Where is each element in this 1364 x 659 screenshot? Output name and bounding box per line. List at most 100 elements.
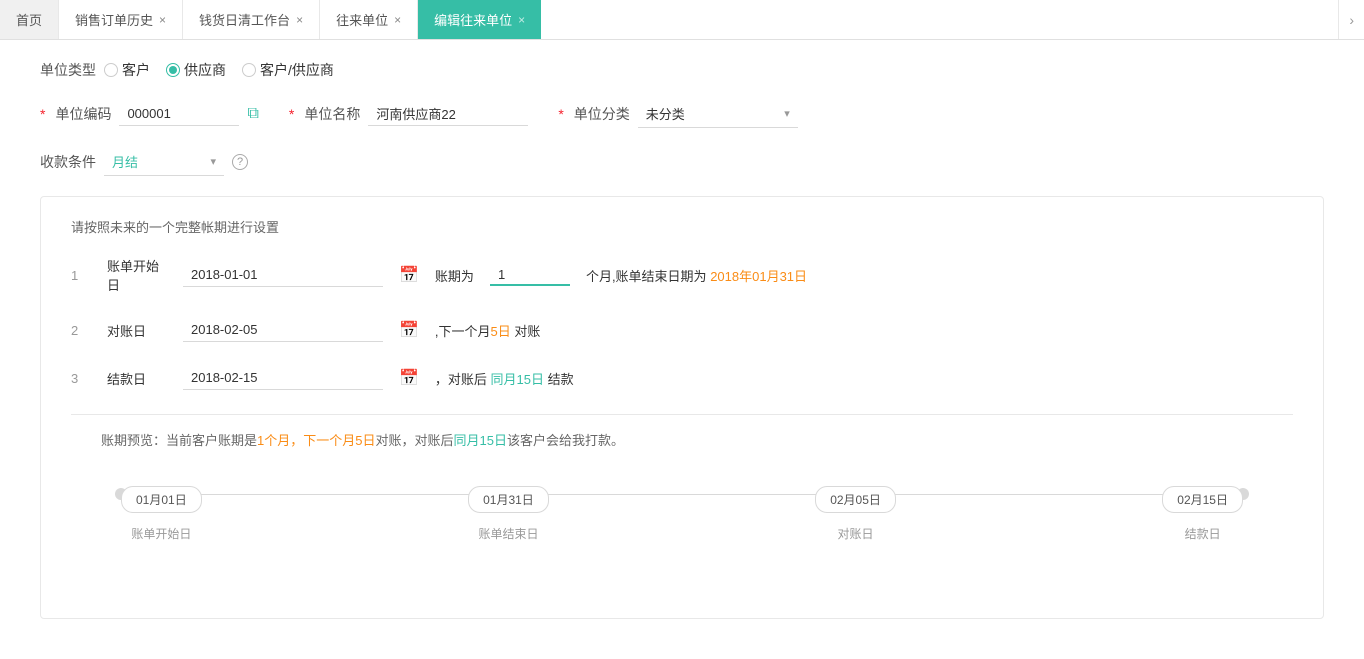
unit-category-label: 单位分类 [574, 104, 630, 124]
unit-type-group: 单位类型 客户 供应商 客户/供应商 [40, 60, 334, 80]
unit-category-group: * 单位分类 未分类 ▾ [558, 100, 797, 128]
payment-row: 收款条件 月结 ▾ ? [40, 148, 1324, 176]
period-calendar-1[interactable]: 📅 [399, 265, 419, 285]
main-content: 单位类型 客户 供应商 客户/供应商 * 单位编码 [0, 40, 1364, 659]
unit-name-input[interactable] [368, 102, 528, 126]
timeline-date-2: 01月31日 [468, 486, 549, 513]
tab-partner[interactable]: 往来单位 × [320, 0, 418, 39]
period-suffix-post-2: 对账 [514, 324, 540, 339]
tab-sales-history[interactable]: 销售订单历史 × [59, 0, 183, 39]
timeline-node-2: 01月31日 账单结束日 [468, 486, 549, 542]
unit-code-input[interactable] [119, 102, 239, 126]
radio-group: 客户 供应商 客户/供应商 [104, 60, 334, 80]
preview-part5: 该客户会给我打款。 [507, 433, 624, 448]
period-num-3: 3 [71, 371, 91, 386]
tab-partner-close[interactable]: × [394, 13, 401, 27]
period-box: 请按照未来的一个完整帐期进行设置 1 账单开始日 📅 账期为 个月,账单结束日期… [40, 196, 1324, 619]
tab-bar: 首页 销售订单历史 × 钱货日清工作台 × 往来单位 × 编辑往来单位 × › [0, 0, 1364, 40]
unit-name-label: 单位名称 [304, 104, 360, 124]
period-date-1[interactable] [183, 263, 383, 287]
period-suffix-post-1: 个月,账单结束日期为 [586, 269, 707, 284]
tab-cash-label: 钱货日清工作台 [199, 10, 290, 29]
timeline-label-3: 对账日 [838, 525, 874, 542]
timeline-label-2: 账单结束日 [478, 525, 538, 542]
period-date-3[interactable] [183, 366, 383, 390]
timeline-nodes: 01月01日 账单开始日 01月31日 账单结束日 02月05日 对账日 [121, 486, 1243, 542]
period-label-2: 对账日 [107, 321, 167, 340]
preview-part1: 1个月， [257, 433, 303, 448]
period-suffix-post-3: 结款 [548, 372, 574, 387]
period-suffix-pre-1: 账期为 [435, 269, 474, 284]
period-row-3: 3 结款日 📅 ，对账后 同月15日 结款 [71, 366, 1293, 390]
period-info-1: 账期为 [435, 266, 474, 285]
radio-customer-circle [104, 63, 118, 77]
tab-edit-partner-close[interactable]: × [518, 13, 525, 27]
tab-edit-partner[interactable]: 编辑往来单位 × [418, 0, 541, 39]
period-info-3: ，对账后 同月15日 结款 [435, 369, 574, 388]
period-row-1: 1 账单开始日 📅 账期为 个月,账单结束日期为 2018年01月31日 [71, 256, 1293, 294]
period-label-1: 账单开始日 [107, 256, 167, 294]
right-arrow-icon: › [1349, 12, 1354, 28]
unit-category-arrow: ▾ [784, 107, 790, 120]
preview-part4: 同月15日 [454, 433, 507, 448]
period-calendar-3[interactable]: 📅 [399, 368, 419, 388]
timeline-date-3: 02月05日 [815, 486, 896, 513]
timeline-node-4: 02月15日 结款日 [1162, 486, 1243, 542]
payment-help-icon[interactable]: ? [232, 154, 248, 170]
preview-part3: 对账，对账后 [375, 433, 453, 448]
radio-both-label: 客户/供应商 [260, 60, 334, 80]
timeline: 01月01日 账单开始日 01月31日 账单结束日 02月05日 对账日 [101, 476, 1263, 582]
preview-label: 账期预览：当前客户账期是 [101, 433, 257, 448]
unit-code-group: * 单位编码 ⧉ [40, 102, 259, 126]
timeline-label-4: 结款日 [1185, 525, 1221, 542]
tab-cash-work[interactable]: 钱货日清工作台 × [183, 0, 320, 39]
tab-cash-close[interactable]: × [296, 13, 303, 27]
timeline-date-4: 02月15日 [1162, 486, 1243, 513]
period-highlight-3: 同月15日 [491, 372, 544, 387]
timeline-node-3: 02月05日 对账日 [815, 486, 896, 542]
tab-home[interactable]: 首页 [0, 0, 59, 39]
period-highlight-2: 5日 [491, 324, 511, 339]
radio-customer[interactable]: 客户 [104, 60, 150, 80]
unit-name-group: * 单位名称 [289, 102, 528, 126]
unit-type-row: 单位类型 客户 供应商 客户/供应商 [40, 60, 1324, 80]
tab-home-label: 首页 [16, 10, 42, 29]
unit-category-value: 未分类 [646, 104, 780, 123]
period-row-2: 2 对账日 📅 ,下一个月5日 对账 [71, 318, 1293, 342]
tab-edit-partner-label: 编辑往来单位 [434, 10, 512, 29]
radio-supplier-circle [166, 63, 180, 77]
period-info-1b: 个月,账单结束日期为 2018年01月31日 [586, 266, 807, 285]
timeline-label-1: 账单开始日 [131, 525, 191, 542]
period-info-2: ,下一个月5日 对账 [435, 321, 541, 340]
unit-category-select[interactable]: 未分类 ▾ [638, 100, 798, 128]
radio-both[interactable]: 客户/供应商 [242, 60, 334, 80]
tab-scroll-right[interactable]: › [1338, 0, 1364, 39]
period-calendar-2[interactable]: 📅 [399, 320, 419, 340]
preview-text: 账期预览：当前客户账期是1个月，下一个月5日对账，对账后同月15日该客户会给我打… [101, 431, 1263, 452]
timeline-date-1: 01月01日 [121, 486, 202, 513]
unit-info-row: * 单位编码 ⧉ * 单位名称 * 单位分类 未分类 ▾ [40, 100, 1324, 128]
unit-code-copy-icon[interactable]: ⧉ [247, 105, 258, 123]
unit-code-required: * [40, 106, 45, 122]
payment-arrow: ▾ [210, 155, 216, 168]
payment-value: 月结 [112, 152, 206, 171]
preview-section: 账期预览：当前客户账期是1个月，下一个月5日对账，对账后同月15日该客户会给我打… [71, 414, 1293, 598]
period-date-2[interactable] [183, 318, 383, 342]
period-title: 请按照未来的一个完整帐期进行设置 [71, 217, 1293, 236]
radio-customer-label: 客户 [122, 60, 150, 80]
tab-sales-close[interactable]: × [159, 13, 166, 27]
payment-group: 收款条件 月结 ▾ ? [40, 148, 248, 176]
payment-label: 收款条件 [40, 152, 96, 172]
radio-supplier[interactable]: 供应商 [166, 60, 226, 80]
tab-partner-label: 往来单位 [336, 10, 388, 29]
preview-part2: 下一个月5日 [303, 433, 375, 448]
period-label-3: 结款日 [107, 369, 167, 388]
payment-select[interactable]: 月结 ▾ [104, 148, 224, 176]
unit-code-label: 单位编码 [55, 104, 111, 124]
period-num-1: 1 [71, 268, 91, 283]
period-end-date-1: 2018年01月31日 [710, 269, 807, 284]
period-month-input[interactable] [490, 265, 570, 286]
radio-both-circle [242, 63, 256, 77]
radio-supplier-label: 供应商 [184, 60, 226, 80]
unit-category-required: * [558, 106, 563, 122]
